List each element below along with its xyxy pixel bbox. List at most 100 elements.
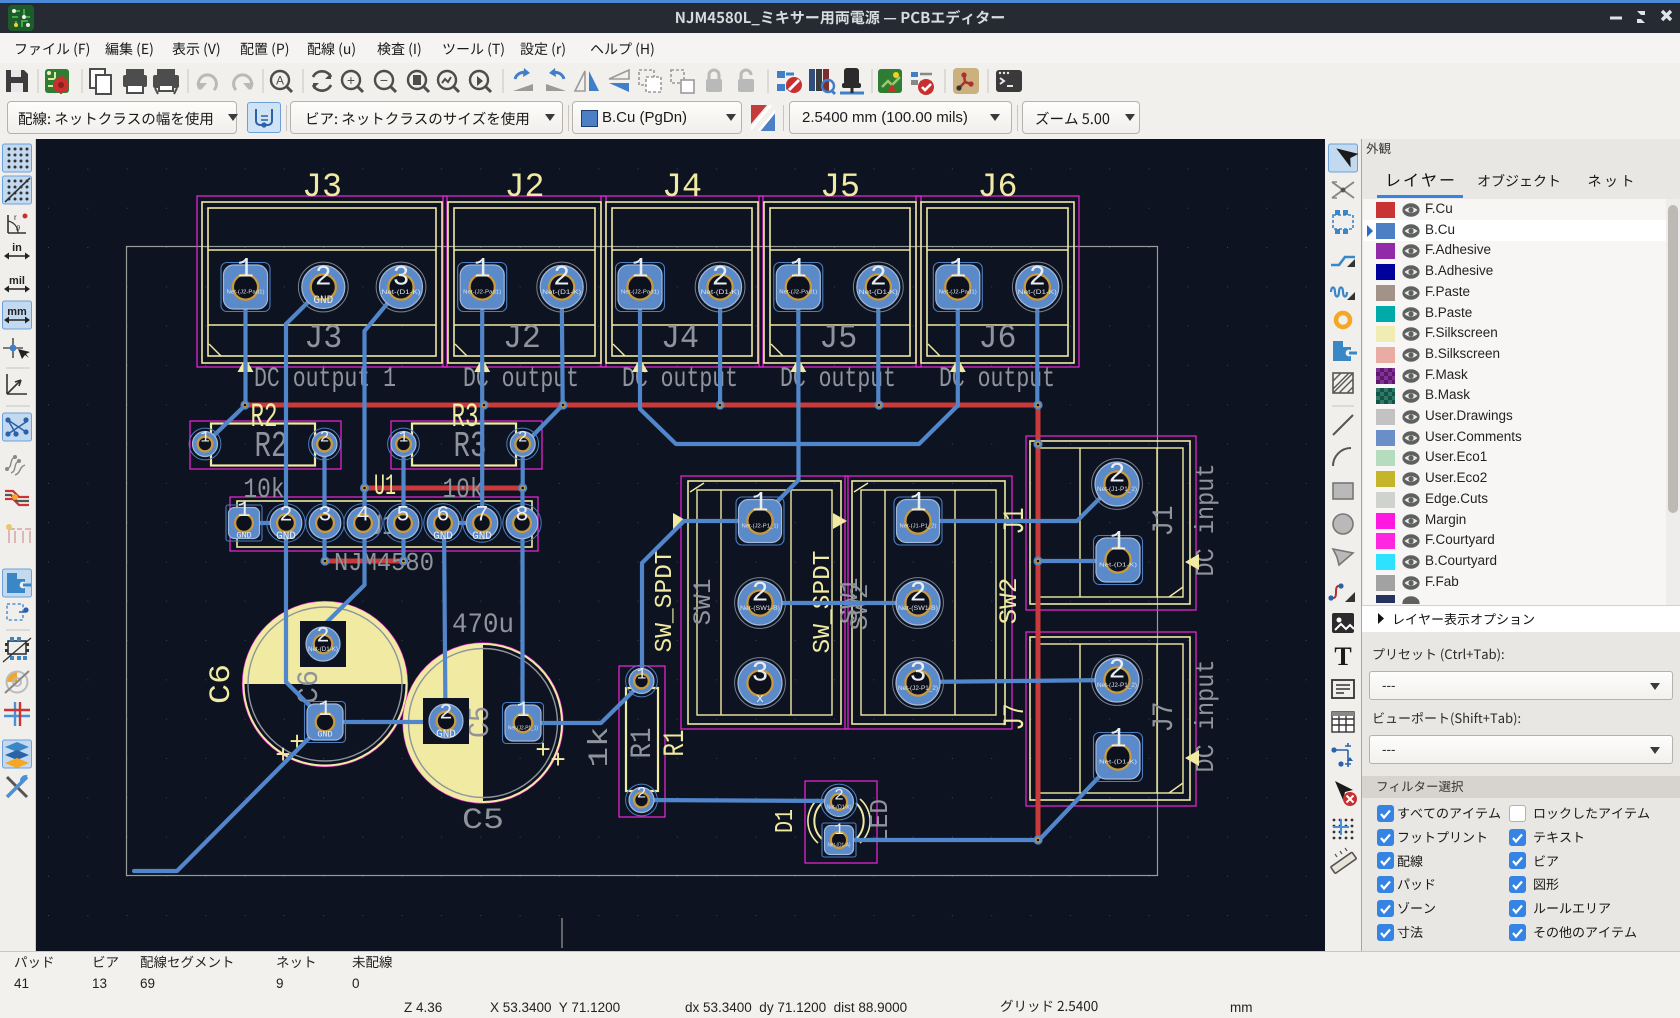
svg-text:1: 1 bbox=[318, 697, 331, 722]
svg-text:in: in bbox=[12, 242, 22, 254]
svg-text:1: 1 bbox=[834, 821, 844, 839]
svg-text:3: 3 bbox=[910, 659, 927, 690]
svg-text:SW2: SW2 bbox=[846, 584, 875, 631]
svg-text:GND: GND bbox=[436, 729, 456, 741]
svg-text:θ: θ bbox=[16, 224, 20, 233]
svg-text:1: 1 bbox=[910, 489, 927, 520]
svg-text:−: − bbox=[380, 72, 388, 88]
svg-text:J6: J6 bbox=[978, 169, 1018, 207]
svg-text:1: 1 bbox=[516, 698, 529, 723]
svg-text:2: 2 bbox=[712, 263, 729, 294]
svg-text:J2: J2 bbox=[505, 169, 545, 207]
svg-text:3: 3 bbox=[393, 263, 410, 294]
svg-text:R2: R2 bbox=[251, 399, 278, 437]
svg-text:GND: GND bbox=[313, 295, 333, 307]
svg-text:3: 3 bbox=[318, 503, 331, 528]
svg-text:D1: D1 bbox=[770, 809, 800, 833]
svg-text:R3: R3 bbox=[452, 399, 479, 437]
svg-text:mm: mm bbox=[7, 306, 27, 318]
svg-text:+: + bbox=[550, 746, 566, 776]
svg-text:2: 2 bbox=[1029, 263, 1046, 294]
svg-text:GND: GND bbox=[236, 530, 251, 540]
svg-text:J7: J7 bbox=[999, 704, 1033, 731]
svg-text:2: 2 bbox=[834, 787, 844, 805]
svg-text:Net-(J2-P1_2): Net-(J2-P1_2) bbox=[1097, 683, 1137, 689]
svg-text:Net-(J1-P1_2): Net-(J1-P1_2) bbox=[900, 524, 937, 530]
svg-text:DC output 1: DC output 1 bbox=[254, 364, 396, 395]
svg-text:Net-(J2-Pad1): Net-(J2-Pad1) bbox=[779, 290, 817, 296]
svg-text:Net-(D1-K): Net-(D1-K) bbox=[1099, 760, 1137, 766]
svg-text:mil: mil bbox=[9, 275, 25, 287]
svg-text:1: 1 bbox=[632, 255, 649, 286]
svg-text:2: 2 bbox=[553, 263, 570, 294]
svg-text:8: 8 bbox=[515, 503, 528, 528]
svg-text:Net-(SW1-B): Net-(SW1-B) bbox=[898, 606, 938, 612]
svg-text:1k: 1k bbox=[585, 727, 616, 768]
svg-text:4: 4 bbox=[356, 503, 369, 528]
svg-text:Net-(D1-K): Net-(D1-K) bbox=[1099, 563, 1137, 569]
svg-text:Net-(D1-A): Net-(D1-A) bbox=[828, 843, 851, 849]
svg-text:10k: 10k bbox=[443, 475, 484, 506]
svg-text:1: 1 bbox=[790, 255, 807, 286]
svg-text:Net-(D1-K): Net-(D1-K) bbox=[542, 290, 581, 296]
svg-text:Net-(J2-Pad1): Net-(J2-Pad1) bbox=[227, 290, 265, 296]
svg-text:1: 1 bbox=[237, 255, 254, 286]
svg-text:J5: J5 bbox=[819, 320, 857, 357]
svg-text:J2: J2 bbox=[503, 320, 541, 357]
svg-text:J3: J3 bbox=[304, 320, 342, 357]
svg-text:SW1: SW1 bbox=[689, 579, 718, 626]
svg-text:Net-(J2-P1_1): Net-(J2-P1_1) bbox=[508, 726, 538, 732]
svg-text:Net-(D1-K): Net-(D1-K) bbox=[1018, 290, 1057, 296]
svg-text:Net-(D1-K): Net-(D1-K) bbox=[382, 290, 421, 296]
svg-text:470u: 470u bbox=[452, 610, 514, 641]
svg-text:Net-(J2-Pad1): Net-(J2-Pad1) bbox=[463, 290, 501, 296]
svg-text:1: 1 bbox=[1110, 725, 1127, 756]
svg-text:1: 1 bbox=[1110, 528, 1127, 559]
svg-text:C5: C5 bbox=[462, 804, 504, 838]
svg-text:Net-(J2-Pad1): Net-(J2-Pad1) bbox=[621, 290, 659, 296]
svg-text:1: 1 bbox=[949, 255, 966, 286]
svg-text:2: 2 bbox=[637, 785, 647, 803]
svg-text:1: 1 bbox=[637, 666, 647, 684]
svg-text:A: A bbox=[276, 74, 284, 88]
svg-text:+: + bbox=[347, 72, 355, 88]
svg-text:Net-(J2-Pad1): Net-(J2-Pad1) bbox=[939, 290, 977, 296]
svg-text:6: 6 bbox=[436, 503, 449, 528]
svg-text:Net-(D1-K): Net-(D1-K) bbox=[827, 805, 852, 811]
svg-text:7: 7 bbox=[475, 503, 488, 528]
svg-text:J3: J3 bbox=[302, 169, 342, 207]
svg-text:J4: J4 bbox=[661, 320, 699, 357]
svg-text:C6: C6 bbox=[205, 664, 239, 704]
svg-text:5: 5 bbox=[396, 503, 409, 528]
svg-text:3: 3 bbox=[752, 659, 769, 690]
svg-text:2: 2 bbox=[870, 263, 887, 294]
svg-text:Net-(J2-P1_2): Net-(J2-P1_2) bbox=[898, 686, 938, 692]
svg-text:SW2: SW2 bbox=[995, 578, 1024, 625]
svg-text:2: 2 bbox=[316, 624, 329, 649]
svg-text:J7: J7 bbox=[1148, 702, 1182, 733]
svg-text:Net-(SW1-B): Net-(SW1-B) bbox=[740, 606, 780, 612]
svg-text:NJM4580: NJM4580 bbox=[334, 548, 434, 578]
svg-text:Net-(J2-P1_1): Net-(J2-P1_1) bbox=[742, 524, 779, 530]
svg-text:1: 1 bbox=[752, 489, 769, 520]
svg-text:2: 2 bbox=[320, 429, 330, 447]
svg-text:J1: J1 bbox=[1148, 506, 1182, 537]
svg-text:1: 1 bbox=[474, 255, 491, 286]
svg-text:Net-(D1-K): Net-(D1-K) bbox=[701, 290, 740, 296]
svg-text:2: 2 bbox=[439, 701, 452, 726]
svg-text:1: 1 bbox=[237, 498, 250, 523]
svg-text:U1: U1 bbox=[374, 470, 396, 504]
svg-text:2: 2 bbox=[910, 579, 927, 610]
svg-text:Net-(D1-K): Net-(D1-K) bbox=[308, 647, 338, 653]
svg-text:2: 2 bbox=[1109, 656, 1126, 687]
svg-text:1: 1 bbox=[399, 429, 409, 447]
svg-text:Net-(D1-K): Net-(D1-K) bbox=[859, 290, 898, 296]
svg-text:x: x bbox=[756, 691, 764, 706]
svg-text:J6: J6 bbox=[979, 320, 1017, 357]
svg-text:2: 2 bbox=[279, 503, 292, 528]
svg-text:GND: GND bbox=[472, 531, 492, 543]
svg-text:GND: GND bbox=[433, 531, 453, 543]
svg-text:Net-(J1-P1_2): Net-(J1-P1_2) bbox=[1097, 487, 1137, 493]
svg-text:GND: GND bbox=[317, 730, 332, 740]
svg-text:2: 2 bbox=[315, 263, 332, 294]
